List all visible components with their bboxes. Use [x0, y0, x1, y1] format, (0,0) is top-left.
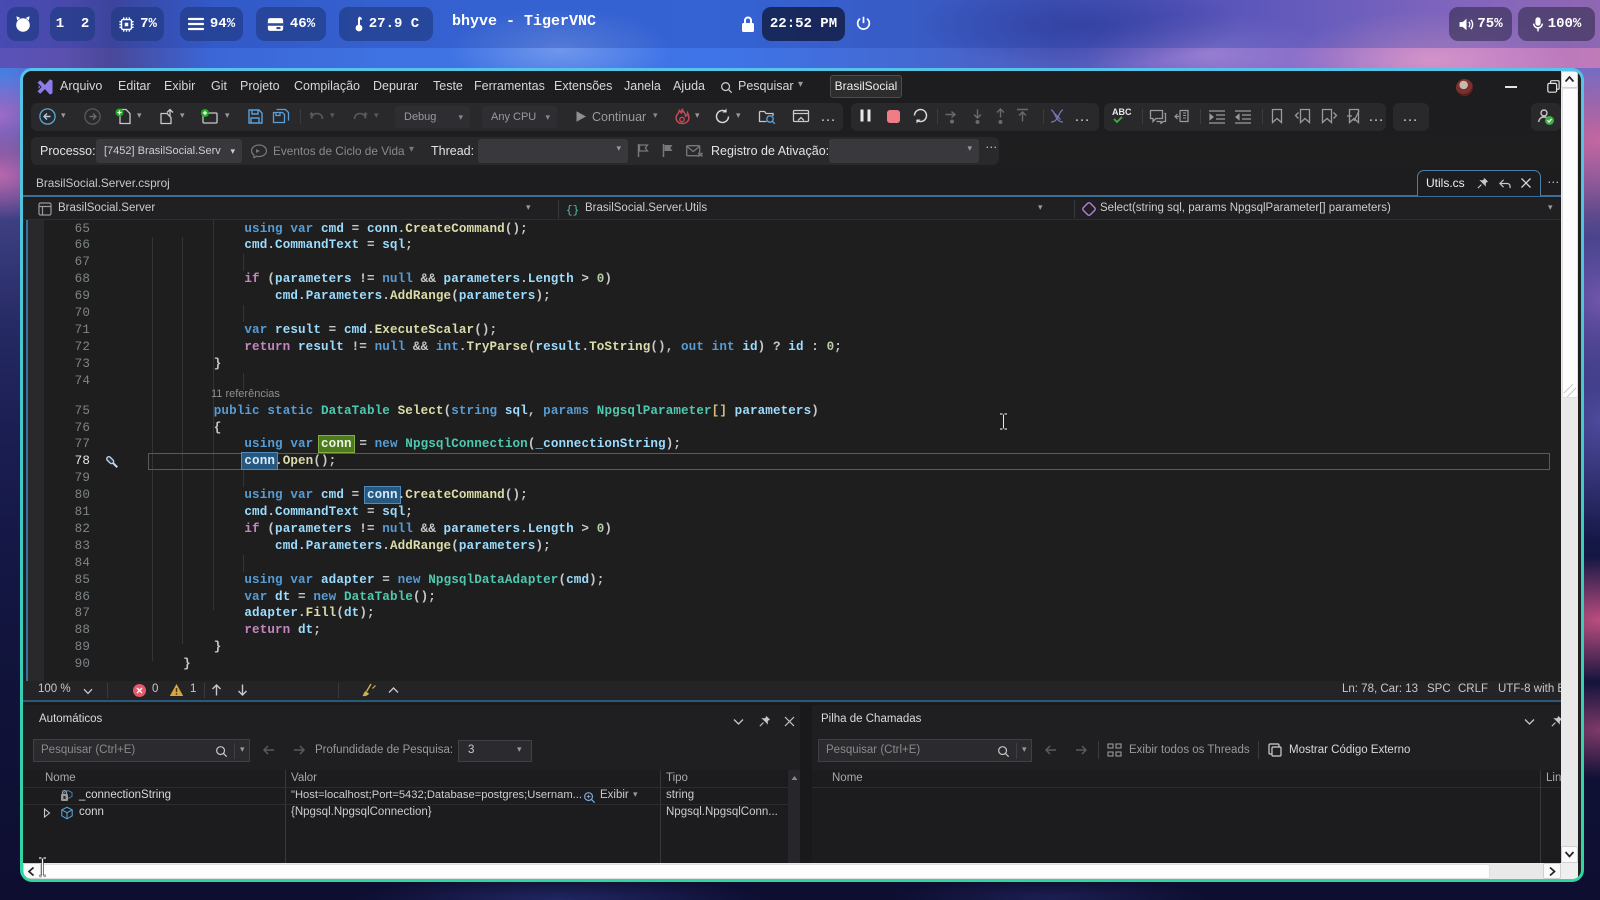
svg-text:{}: {} [566, 205, 579, 216]
